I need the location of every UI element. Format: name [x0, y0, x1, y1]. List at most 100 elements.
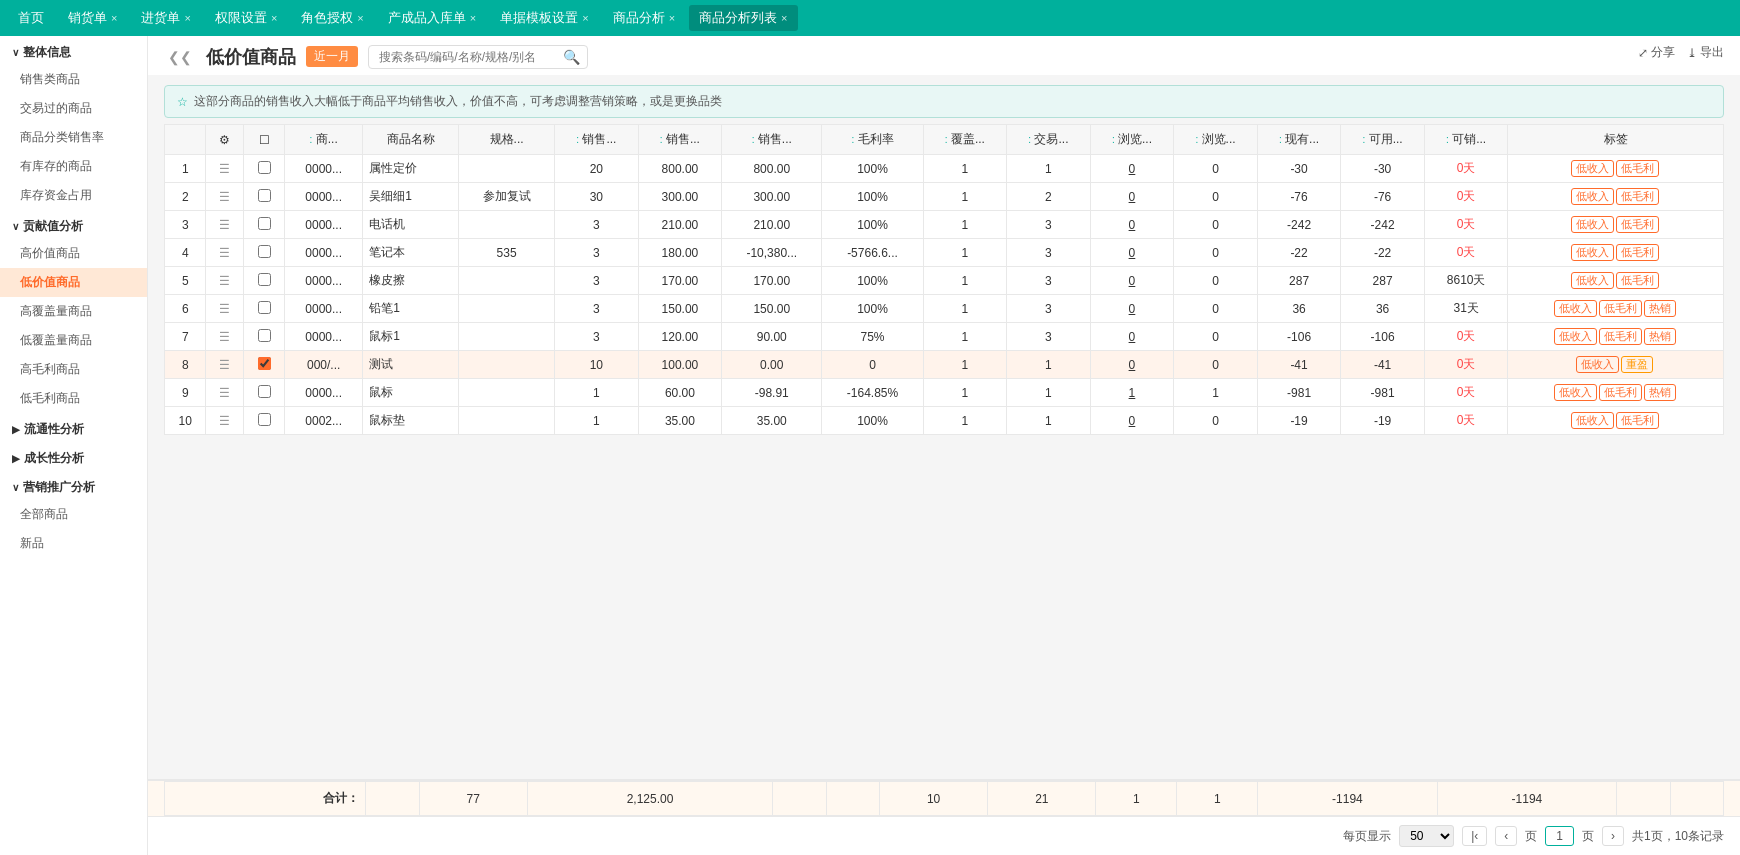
close-icon[interactable]: ×: [271, 12, 277, 24]
share-button[interactable]: ⤢ 分享: [1638, 44, 1675, 61]
close-icon[interactable]: ×: [781, 12, 787, 24]
time-filter-button[interactable]: 近一月: [306, 46, 358, 67]
cell-view1[interactable]: 0: [1090, 267, 1174, 295]
sidebar-item-高覆盖量商品[interactable]: 高覆盖量商品: [0, 297, 147, 326]
export-icon: ⤓: [1687, 46, 1697, 60]
close-icon[interactable]: ×: [111, 12, 117, 24]
cell-view1[interactable]: 0: [1090, 407, 1174, 435]
cell-available: -30: [1341, 155, 1425, 183]
sidebar-item-低价值商品[interactable]: 低价值商品: [0, 268, 147, 297]
sidebar-item-低覆盖量商品[interactable]: 低覆盖量商品: [0, 326, 147, 355]
cell-num: 9: [165, 379, 206, 407]
prev-page-button[interactable]: ‹: [1495, 826, 1517, 846]
nav-item-销货单[interactable]: 销货单×: [58, 5, 127, 31]
cell-check[interactable]: [244, 267, 285, 295]
cell-check[interactable]: [244, 295, 285, 323]
cell-sellable: 0天: [1424, 239, 1508, 267]
cell-check[interactable]: [244, 183, 285, 211]
cell-num: 1: [165, 155, 206, 183]
cell-grossRate: -5766.6...: [822, 239, 923, 267]
sidebar-item-新品[interactable]: 新品: [0, 529, 147, 558]
sidebar-item-销售类商品[interactable]: 销售类商品: [0, 65, 147, 94]
col-header-view1: : 浏览...: [1090, 125, 1174, 155]
cell-spec: [459, 407, 555, 435]
cell-view1[interactable]: 0: [1090, 295, 1174, 323]
sidebar-item-商品分类销售率[interactable]: 商品分类销售率: [0, 123, 147, 152]
cell-qty: 1: [555, 407, 639, 435]
cell-check[interactable]: [244, 323, 285, 351]
cell-check[interactable]: [244, 407, 285, 435]
sidebar-item-交易过的商品[interactable]: 交易过的商品: [0, 94, 147, 123]
notice-icon: ☆: [177, 95, 188, 109]
nav-item-商品分析列表[interactable]: 商品分析列表×: [689, 5, 797, 31]
cell-view2: 0: [1174, 295, 1258, 323]
search-input[interactable]: [368, 45, 588, 69]
table-row: 3☰0000...电话机3210.00210.00100%1300-242-24…: [165, 211, 1724, 239]
cell-amount: -98.91: [722, 379, 822, 407]
cell-view1[interactable]: 0: [1090, 351, 1174, 379]
collapse-button[interactable]: ❮❮: [164, 47, 196, 67]
nav-item-单据模板设置[interactable]: 单据模板设置×: [490, 5, 598, 31]
cell-available: -106: [1341, 323, 1425, 351]
chevron-icon: ∨: [12, 482, 19, 493]
sidebar-item-低毛利商品[interactable]: 低毛利商品: [0, 384, 147, 413]
search-icon[interactable]: 🔍: [563, 49, 580, 65]
cell-qty: 3: [555, 211, 639, 239]
cell-qty: 30: [555, 183, 639, 211]
sidebar-group-流通性分析[interactable]: ▶ 流通性分析: [0, 413, 147, 442]
close-icon[interactable]: ×: [357, 12, 363, 24]
sidebar-group-成长性分析[interactable]: ▶ 成长性分析: [0, 442, 147, 471]
next-page-button[interactable]: ›: [1602, 826, 1624, 846]
first-page-button[interactable]: |‹: [1462, 826, 1487, 846]
cell-spec: [459, 323, 555, 351]
cell-view1[interactable]: 0: [1090, 183, 1174, 211]
close-icon[interactable]: ×: [470, 12, 476, 24]
close-icon[interactable]: ×: [184, 12, 190, 24]
sidebar-group-营销推广分析[interactable]: ∨ 营销推广分析: [0, 471, 147, 500]
export-button[interactable]: ⤓ 导出: [1687, 44, 1724, 61]
cell-coverage: 1: [923, 295, 1007, 323]
sidebar-group-贡献值分析[interactable]: ∨ 贡献值分析: [0, 210, 147, 239]
sidebar-item-库存资金占用[interactable]: 库存资金占用: [0, 181, 147, 210]
cell-check[interactable]: [244, 379, 285, 407]
nav-item-商品分析[interactable]: 商品分析×: [603, 5, 685, 31]
nav-item-产成品入库单[interactable]: 产成品入库单×: [378, 5, 486, 31]
cell-check[interactable]: [244, 239, 285, 267]
cell-check[interactable]: [244, 351, 285, 379]
nav-item-首页[interactable]: 首页: [8, 5, 54, 31]
total-amount: [773, 782, 826, 816]
col-header-gear[interactable]: ⚙: [206, 125, 244, 155]
nav-item-权限设置[interactable]: 权限设置×: [205, 5, 287, 31]
close-icon[interactable]: ×: [669, 12, 675, 24]
cell-price: 150.00: [638, 295, 722, 323]
cell-current: -41: [1257, 351, 1341, 379]
cell-spec: [459, 379, 555, 407]
cell-amount: 210.00: [722, 211, 822, 239]
nav-item-角色授权[interactable]: 角色授权×: [291, 5, 373, 31]
sidebar-item-高毛利商品[interactable]: 高毛利商品: [0, 355, 147, 384]
cell-name: 鼠标1: [363, 323, 459, 351]
sidebar-item-高价值商品[interactable]: 高价值商品: [0, 239, 147, 268]
col-header-check[interactable]: ☐: [244, 125, 285, 155]
cell-check[interactable]: [244, 155, 285, 183]
close-icon[interactable]: ×: [582, 12, 588, 24]
sidebar-group-整体信息[interactable]: ∨ 整体信息: [0, 36, 147, 65]
cell-view1[interactable]: 0: [1090, 239, 1174, 267]
nav-item-进货单[interactable]: 进货单×: [131, 5, 200, 31]
cell-check[interactable]: [244, 211, 285, 239]
cell-view1[interactable]: 1: [1090, 379, 1174, 407]
table-row: 5☰0000...橡皮擦3170.00170.00100%13002872878…: [165, 267, 1724, 295]
page-size-select[interactable]: 50 100 200: [1399, 825, 1454, 847]
cell-view1[interactable]: 0: [1090, 323, 1174, 351]
sidebar-item-有库存的商品[interactable]: 有库存的商品: [0, 152, 147, 181]
cell-view1[interactable]: 0: [1090, 155, 1174, 183]
data-table: ⚙☐: 商...商品名称规格...: 销售...: 销售...: 销售...: …: [164, 124, 1724, 435]
cell-coverage: 1: [923, 239, 1007, 267]
cell-code: 0002...: [285, 407, 363, 435]
cell-grossRate: 100%: [822, 407, 923, 435]
cell-view1[interactable]: 0: [1090, 211, 1174, 239]
page-label2: 页: [1582, 828, 1594, 845]
cell-trade: 3: [1007, 295, 1091, 323]
sidebar-item-全部商品[interactable]: 全部商品: [0, 500, 147, 529]
cell-spec: [459, 155, 555, 183]
